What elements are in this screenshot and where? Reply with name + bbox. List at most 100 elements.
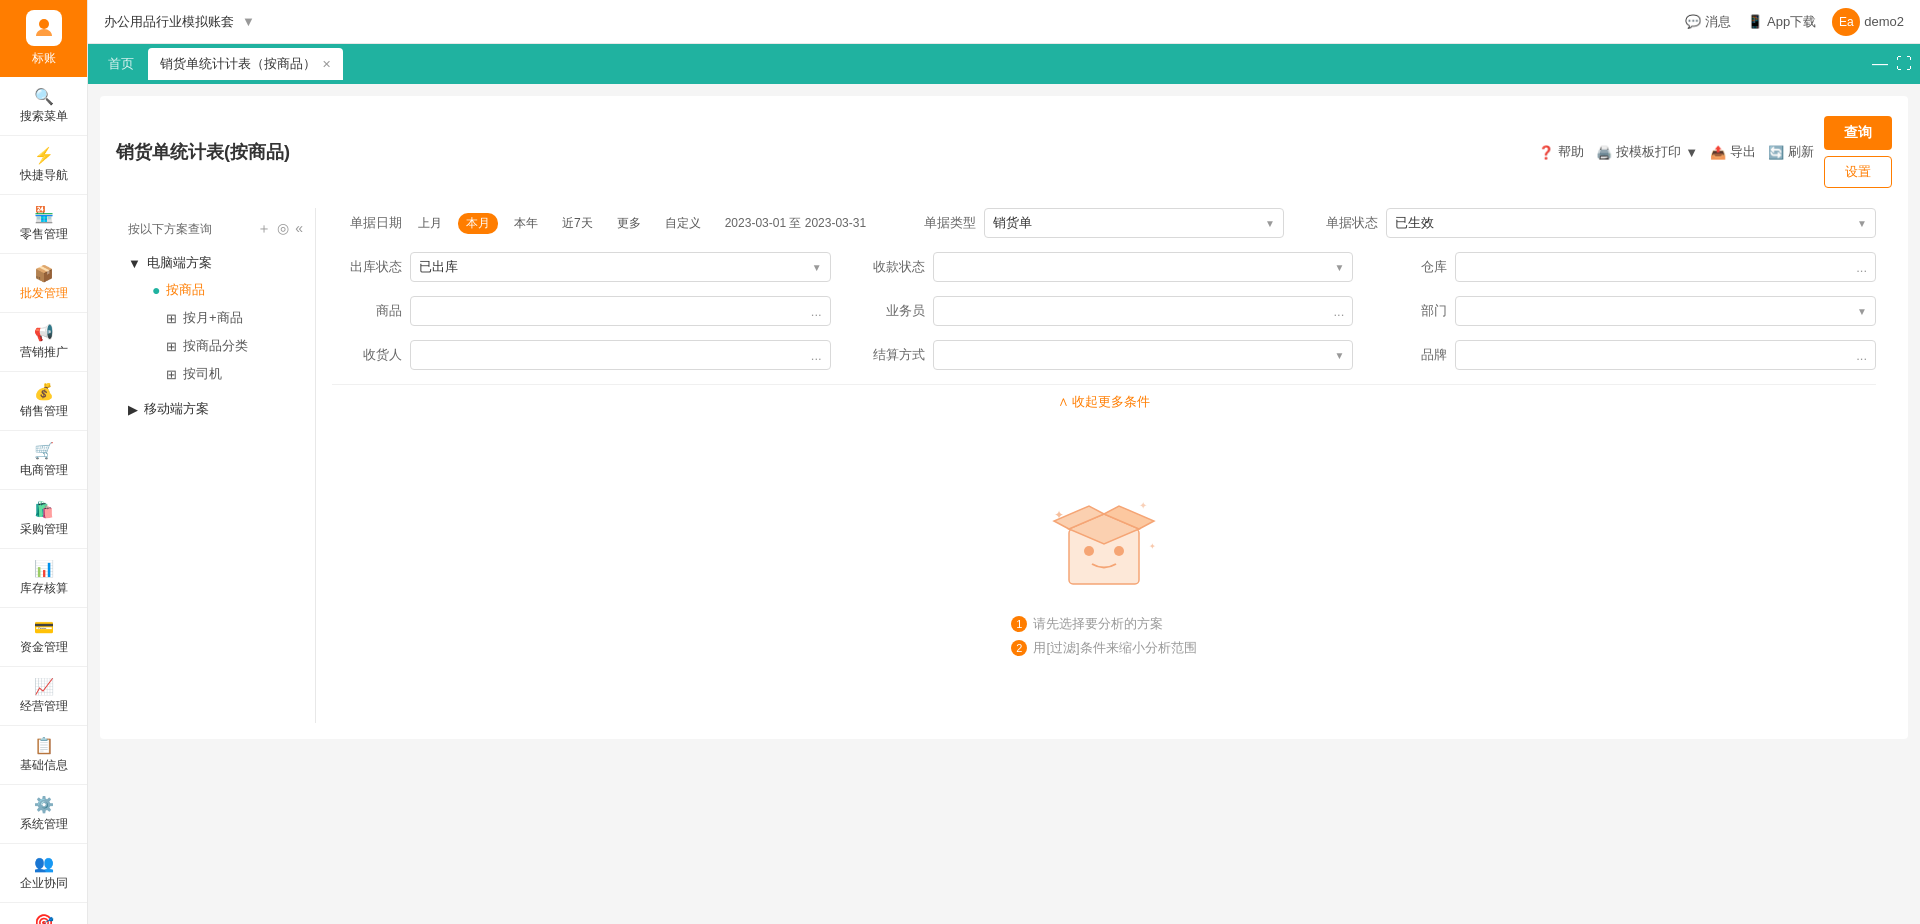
export-label: 导出 [1730, 143, 1756, 161]
sidebar-item-wholesale[interactable]: 📦 批发管理 [0, 254, 87, 313]
sidebar-item-label: 销售管理 [4, 403, 83, 420]
tree-mobile-section[interactable]: ▶ 移动端方案 [116, 396, 315, 422]
date-tab-this-year[interactable]: 本年 [506, 213, 546, 234]
grid-icon: ⊞ [166, 367, 177, 382]
sidebar-item-system[interactable]: ⚙️ 系统管理 [0, 785, 87, 844]
tree-pc-label: 电脑端方案 [147, 254, 212, 272]
date-tab-this-month[interactable]: 本月 [458, 213, 498, 234]
sidebar-item-basic-info[interactable]: 📋 基础信息 [0, 726, 87, 785]
warehouse-input[interactable]: ... [1455, 252, 1876, 282]
query-button[interactable]: 查询 [1824, 116, 1892, 150]
sidebar-item-quicknav[interactable]: ⚡ 快捷导航 [0, 136, 87, 195]
bill-type-select[interactable]: 销货单 ▼ [984, 208, 1284, 238]
goods-dots-icon[interactable]: ... [811, 304, 822, 319]
bill-type-value: 销货单 [993, 214, 1032, 232]
brand-dots-icon[interactable]: ... [1856, 348, 1867, 363]
tree-mobile-label: 移动端方案 [144, 400, 209, 418]
goods-label: 商品 [332, 302, 402, 320]
content-body: 按以下方案查询 ＋ ◎ « ▼ 电脑端方案 ● 按商品 [116, 208, 1892, 723]
grid-icon: ⊞ [166, 339, 177, 354]
refresh-btn[interactable]: 🔄 刷新 [1768, 143, 1814, 161]
brand-input[interactable]: ... [1455, 340, 1876, 370]
tip-num-2: 2 [1011, 640, 1027, 656]
date-filter-control: 上月 本月 本年 近7天 更多 自定义 2023-03-01 至 2023-03… [410, 213, 882, 234]
settings-button[interactable]: 设置 [1824, 156, 1892, 188]
app-download-btn[interactable]: 📱 App下载 [1747, 13, 1816, 31]
collapse-more-conditions[interactable]: ∧ 收起更多条件 [332, 384, 1876, 419]
tab-report[interactable]: 销货单统计计表（按商品） ✕ [148, 48, 343, 80]
scheme-collapse-icon[interactable]: « [295, 220, 303, 238]
receiver-input[interactable]: ... [410, 340, 831, 370]
sidebar-item-purchase[interactable]: 🛍️ 采购管理 [0, 490, 87, 549]
settlement-label: 结算方式 [855, 346, 925, 364]
username-label: demo2 [1864, 14, 1904, 29]
date-tab-last-month[interactable]: 上月 [410, 213, 450, 234]
scheme-add-icon[interactable]: ＋ [257, 220, 271, 238]
user-profile-btn[interactable]: Ea demo2 [1832, 8, 1904, 36]
date-filter-label: 单据日期 [332, 214, 402, 232]
sidebar-item-label: 资金管理 [4, 639, 83, 656]
salesman-input[interactable]: ... [933, 296, 1354, 326]
tree-item-by-driver[interactable]: ⊞ 按司机 [116, 360, 315, 388]
sidebar-item-label: 营销推广 [4, 344, 83, 361]
sidebar-item-ecommerce[interactable]: 🛒 电商管理 [0, 431, 87, 490]
tab-close-icon[interactable]: ✕ [322, 58, 331, 71]
export-btn[interactable]: 📤 导出 [1710, 143, 1756, 161]
payment-status-select[interactable]: ▼ [933, 252, 1354, 282]
scheme-header-label: 按以下方案查询 [128, 221, 212, 238]
bill-status-select[interactable]: 已生效 ▼ [1386, 208, 1876, 238]
bill-status-label: 单据状态 [1308, 214, 1378, 232]
sidebar-item-enterprise[interactable]: 👥 企业协同 [0, 844, 87, 903]
scheme-settings-icon[interactable]: ◎ [277, 220, 289, 238]
filter-row-2: 出库状态 已出库 ▼ 收款状态 ▼ 仓库 [332, 252, 1876, 282]
sidebar-item-retail[interactable]: 🏪 零售管理 [0, 195, 87, 254]
sidebar-item-operations[interactable]: 📈 经营管理 [0, 667, 87, 726]
empty-tip-1: 1 请先选择要分析的方案 [1011, 615, 1196, 633]
sidebar-item-sales[interactable]: 💰 销售管理 [0, 372, 87, 431]
receiver-dots-icon[interactable]: ... [811, 348, 822, 363]
help-btn[interactable]: ❓ 帮助 [1538, 143, 1584, 161]
sidebar-item-guide[interactable]: 🎯 新手引导 [0, 903, 87, 924]
message-btn[interactable]: 💬 消息 [1685, 13, 1731, 31]
warehouse-dots-icon[interactable]: ... [1856, 260, 1867, 275]
sidebar-item-inventory[interactable]: 📊 库存核算 [0, 549, 87, 608]
tab-bar-actions: — ⛶ [1872, 55, 1912, 73]
tree-item-by-goods-category[interactable]: ⊞ 按商品分类 [116, 332, 315, 360]
download-icon: 📱 [1747, 14, 1763, 29]
avatar: Ea [1832, 8, 1860, 36]
payment-status-label: 收款状态 [855, 258, 925, 276]
sidebar-item-search[interactable]: 🔍 搜索菜单 [0, 77, 87, 136]
tip-text-1: 请先选择要分析的方案 [1033, 615, 1163, 633]
tab-maximize-icon[interactable]: ⛶ [1896, 55, 1912, 73]
industry-dropdown-icon[interactable]: ▼ [242, 14, 255, 29]
tree-item-by-month-goods[interactable]: ⊞ 按月+商品 [116, 304, 315, 332]
filter-row-3: 商品 ... 业务员 ... 部门 [332, 296, 1876, 326]
tree-item-by-goods[interactable]: ● 按商品 [116, 276, 315, 304]
tree-item-label: 按司机 [183, 365, 222, 383]
sidebar-item-label: 采购管理 [4, 521, 83, 538]
sidebar-item-marketing[interactable]: 📢 营销推广 [0, 313, 87, 372]
empty-illustration: ✦ ✦ ✦ [1044, 479, 1164, 599]
date-tab-7days[interactable]: 近7天 [554, 213, 601, 234]
svg-text:✦: ✦ [1139, 500, 1147, 511]
salesman-label: 业务员 [855, 302, 925, 320]
salesman-dots-icon[interactable]: ... [1334, 304, 1345, 319]
tab-minimize-icon[interactable]: — [1872, 55, 1888, 73]
filter-panel: 单据日期 上月 本月 本年 近7天 更多 自定义 2023-03-01 至 20… [316, 208, 1892, 723]
sidebar-item-finance[interactable]: 💳 资金管理 [0, 608, 87, 667]
stock-status-select[interactable]: 已出库 ▼ [410, 252, 831, 282]
empty-tip-2: 2 用[过滤]条件来缩小分析范围 [1011, 639, 1196, 657]
department-select[interactable]: ▼ [1455, 296, 1876, 326]
empty-state: ✦ ✦ ✦ 1 请先选择要分析的方案 2 [332, 419, 1876, 723]
settlement-select[interactable]: ▼ [933, 340, 1354, 370]
tree-item-label: 按月+商品 [183, 309, 243, 327]
date-tab-custom[interactable]: 自定义 [657, 213, 709, 234]
date-tabs-row: 上月 本月 本年 近7天 更多 自定义 2023-03-01 至 2023-03… [410, 213, 866, 234]
active-dot-icon: ● [152, 282, 160, 298]
date-tab-more[interactable]: 更多 [609, 213, 649, 234]
goods-input[interactable]: ... [410, 296, 831, 326]
tree-pc-section[interactable]: ▼ 电脑端方案 [116, 250, 315, 276]
template-print-btn[interactable]: 🖨️ 按模板打印 ▼ [1596, 143, 1698, 161]
tab-home[interactable]: 首页 [96, 48, 146, 80]
refresh-icon: 🔄 [1768, 145, 1784, 160]
